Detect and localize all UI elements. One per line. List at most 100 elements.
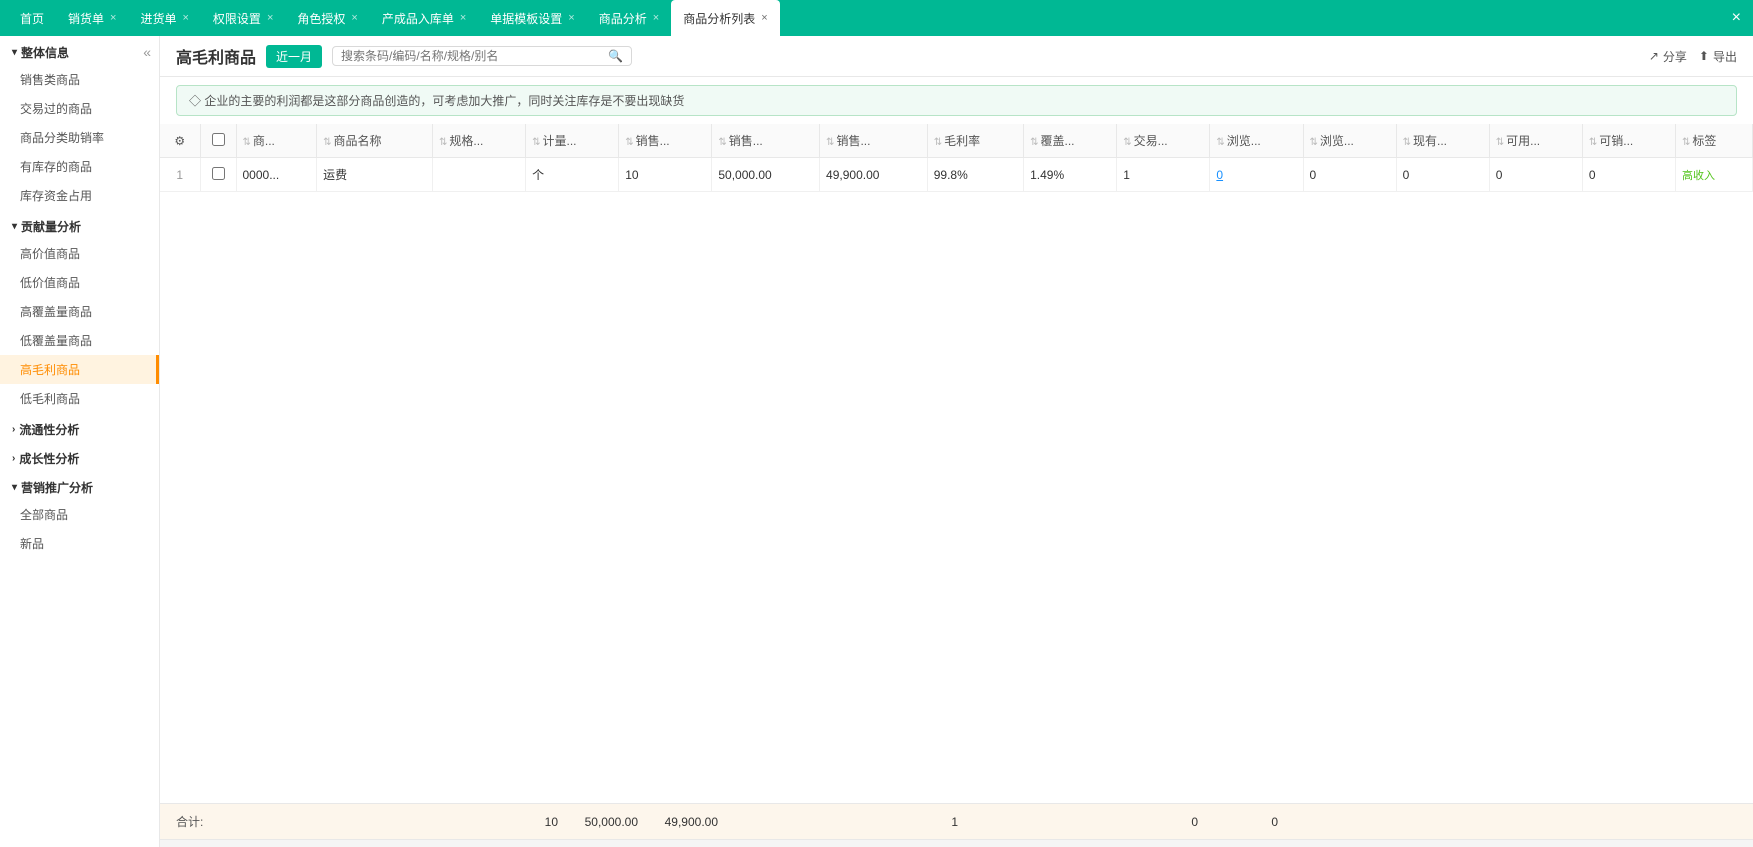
row-checkbox[interactable] bbox=[212, 167, 225, 180]
footer-sale-profit: 49,900.00 bbox=[644, 815, 724, 829]
nav-role-auth[interactable]: 角色授权 × bbox=[285, 0, 369, 36]
cell-saleable: 0 bbox=[1582, 158, 1675, 192]
arrow-flow: › bbox=[12, 424, 15, 435]
sidebar-item-high-margin[interactable]: 高毛利商品 bbox=[0, 355, 159, 384]
nav-purchase-order[interactable]: 进货单 × bbox=[128, 0, 200, 36]
col-coverage[interactable]: ⇅覆盖... bbox=[1024, 124, 1117, 158]
export-button[interactable]: ⬆ 导出 bbox=[1699, 48, 1737, 65]
col-code[interactable]: ⇅商... bbox=[236, 124, 317, 158]
nav-product-storage[interactable]: 产成品入库单 × bbox=[370, 0, 478, 36]
close-role-auth[interactable]: × bbox=[351, 12, 357, 24]
col-browse2[interactable]: ⇅浏览... bbox=[1303, 124, 1396, 158]
export-icon: ⬆ bbox=[1699, 49, 1709, 63]
footer-current-stock: 0 bbox=[1124, 815, 1204, 829]
sidebar-item-low-margin[interactable]: 低毛利商品 bbox=[0, 384, 159, 413]
footer-available: 0 bbox=[1204, 815, 1284, 829]
sidebar-item-traded-goods[interactable]: 交易过的商品 bbox=[0, 94, 159, 123]
cell-browse1[interactable]: 0 bbox=[1210, 158, 1303, 192]
content-header: 高毛利商品 近一月 🔍 ↗ 分享 ⬆ 导出 bbox=[160, 36, 1753, 77]
data-table: ⚙ ⇅商... ⇅商品名称 ⇅规格... ⇅计量... ⇅销售... ⇅销售..… bbox=[160, 124, 1753, 192]
arrow-contribution: ▾ bbox=[12, 221, 17, 232]
sidebar-group-flow[interactable]: › 流通性分析 bbox=[0, 413, 159, 442]
sidebar-item-low-coverage[interactable]: 低覆盖量商品 bbox=[0, 326, 159, 355]
cell-trade: 1 bbox=[1117, 158, 1210, 192]
close-sales-order[interactable]: × bbox=[110, 12, 116, 24]
cell-current-stock: 0 bbox=[1396, 158, 1489, 192]
close-template-settings[interactable]: × bbox=[568, 12, 574, 24]
sidebar-item-low-value[interactable]: 低价值商品 bbox=[0, 268, 159, 297]
sidebar-item-high-coverage[interactable]: 高覆盖量商品 bbox=[0, 297, 159, 326]
sidebar-item-stock-capital[interactable]: 库存资金占用 bbox=[0, 181, 159, 210]
cell-checkbox[interactable] bbox=[200, 158, 236, 192]
col-browse1[interactable]: ⇅浏览... bbox=[1210, 124, 1303, 158]
close-product-storage[interactable]: × bbox=[460, 12, 466, 24]
nav-product-analysis[interactable]: 商品分析 × bbox=[587, 0, 671, 36]
header-actions: ↗ 分享 ⬆ 导出 bbox=[1649, 48, 1737, 65]
sidebar-collapse-button[interactable]: « bbox=[143, 44, 151, 60]
nav-permission-settings[interactable]: 权限设置 × bbox=[201, 0, 285, 36]
col-settings[interactable]: ⚙ bbox=[160, 124, 200, 158]
main-layout: « ▾ 整体信息 销售类商品 交易过的商品 商品分类助销率 有库存的商品 库存资… bbox=[0, 36, 1753, 847]
sidebar-item-category-rate[interactable]: 商品分类助销率 bbox=[0, 123, 159, 152]
search-box: 🔍 bbox=[332, 46, 632, 66]
col-tag[interactable]: ⇅标签 bbox=[1676, 124, 1753, 158]
col-available[interactable]: ⇅可用... bbox=[1489, 124, 1582, 158]
col-sale-qty[interactable]: ⇅销售... bbox=[619, 124, 712, 158]
col-gross-margin[interactable]: ⇅毛利率 bbox=[927, 124, 1023, 158]
close-product-analysis[interactable]: × bbox=[653, 12, 659, 24]
settings-icon: ⚙ bbox=[174, 134, 185, 148]
cell-code: 0000... bbox=[236, 158, 317, 192]
sidebar-item-stocked-goods[interactable]: 有库存的商品 bbox=[0, 152, 159, 181]
cell-sale-qty: 10 bbox=[619, 158, 712, 192]
sidebar-group-growth[interactable]: › 成长性分析 bbox=[0, 442, 159, 471]
col-current-stock[interactable]: ⇅现有... bbox=[1396, 124, 1489, 158]
cell-sale-profit: 49,900.00 bbox=[820, 158, 928, 192]
cell-available: 0 bbox=[1489, 158, 1582, 192]
info-banner: ◇ 企业的主要的利润都是这部分商品创造的，可考虑加大推广，同时关注库存是不要出现… bbox=[176, 85, 1737, 116]
nav-template-settings[interactable]: 单据模板设置 × bbox=[478, 0, 586, 36]
col-sale-amount[interactable]: ⇅销售... bbox=[712, 124, 820, 158]
footer-trade: 1 bbox=[884, 815, 964, 829]
col-unit[interactable]: ⇅计量... bbox=[526, 124, 619, 158]
nav-home[interactable]: 首页 bbox=[8, 0, 56, 36]
col-saleable[interactable]: ⇅可销... bbox=[1582, 124, 1675, 158]
cell-spec bbox=[432, 158, 525, 192]
sidebar-group-overall[interactable]: ▾ 整体信息 bbox=[0, 36, 159, 65]
table-footer: 合计: 10 50,000.00 49,900.00 1 0 0 bbox=[160, 803, 1753, 839]
table-wrapper[interactable]: ⚙ ⇅商... ⇅商品名称 ⇅规格... ⇅计量... ⇅销售... ⇅销售..… bbox=[160, 124, 1753, 803]
sidebar-item-high-value[interactable]: 高价值商品 bbox=[0, 239, 159, 268]
col-name[interactable]: ⇅商品名称 bbox=[317, 124, 433, 158]
col-spec[interactable]: ⇅规格... bbox=[432, 124, 525, 158]
search-input[interactable] bbox=[341, 49, 608, 63]
arrow-marketing: ▾ bbox=[12, 482, 17, 493]
close-permission-settings[interactable]: × bbox=[267, 12, 273, 24]
share-button[interactable]: ↗ 分享 bbox=[1649, 48, 1687, 65]
nav-product-analysis-list[interactable]: 商品分析列表 × bbox=[671, 0, 779, 36]
close-purchase-order[interactable]: × bbox=[182, 12, 188, 24]
close-product-analysis-list[interactable]: × bbox=[761, 12, 767, 24]
sidebar-group-marketing[interactable]: ▾ 营销推广分析 bbox=[0, 471, 159, 500]
cell-index: 1 bbox=[160, 158, 200, 192]
sidebar-item-new-goods[interactable]: 新品 bbox=[0, 529, 159, 558]
sidebar-item-sales-goods[interactable]: 销售类商品 bbox=[0, 65, 159, 94]
cell-browse2: 0 bbox=[1303, 158, 1396, 192]
select-all-checkbox[interactable] bbox=[212, 133, 225, 146]
content-area: 高毛利商品 近一月 🔍 ↗ 分享 ⬆ 导出 ◇ 企业的主要的利润都是这部分商品创… bbox=[160, 36, 1753, 847]
bottom-scrollbar[interactable] bbox=[160, 839, 1753, 847]
time-filter-button[interactable]: 近一月 bbox=[266, 45, 322, 68]
cell-tag: 高收入 bbox=[1676, 158, 1753, 192]
share-icon: ↗ bbox=[1649, 49, 1659, 63]
sidebar-group-contribution[interactable]: ▾ 贡献量分析 bbox=[0, 210, 159, 239]
window-close-button[interactable]: × bbox=[1732, 9, 1741, 27]
cell-unit: 个 bbox=[526, 158, 619, 192]
search-icon[interactable]: 🔍 bbox=[608, 49, 623, 63]
arrow-overall: ▾ bbox=[12, 47, 17, 58]
col-trade[interactable]: ⇅交易... bbox=[1117, 124, 1210, 158]
col-sale-profit[interactable]: ⇅销售... bbox=[820, 124, 928, 158]
col-checkbox[interactable] bbox=[200, 124, 236, 158]
sidebar-item-all-goods[interactable]: 全部商品 bbox=[0, 500, 159, 529]
sidebar: « ▾ 整体信息 销售类商品 交易过的商品 商品分类助销率 有库存的商品 库存资… bbox=[0, 36, 160, 847]
footer-label: 合计: bbox=[176, 813, 216, 830]
nav-sales-order[interactable]: 销货单 × bbox=[56, 0, 128, 36]
footer-sale-amount: 50,000.00 bbox=[564, 815, 644, 829]
